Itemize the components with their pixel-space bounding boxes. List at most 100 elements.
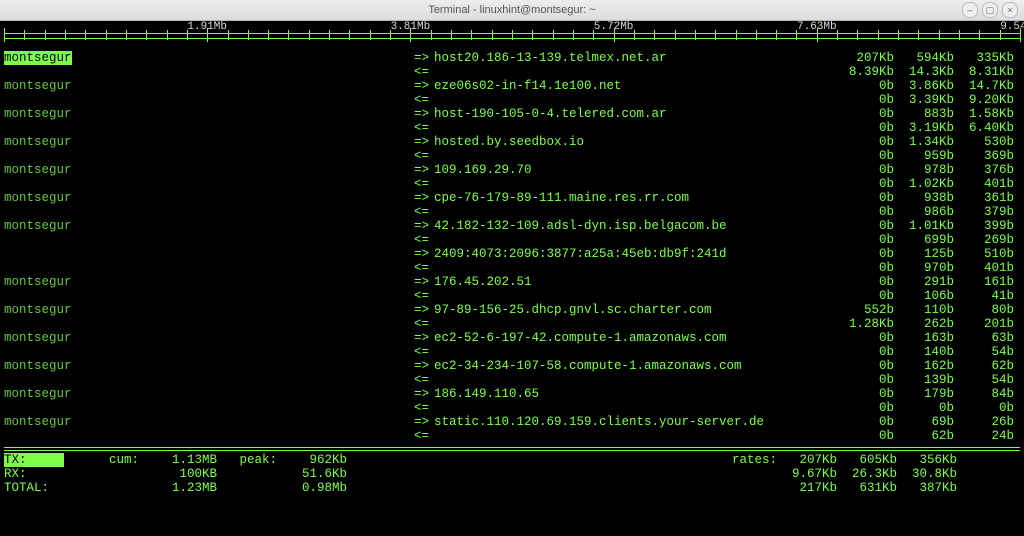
tx-rate: 1.58Kb <box>954 107 1014 121</box>
rx-rate: 269b <box>954 233 1014 247</box>
connection-row: montsegur=>109.169.29.700b978b376b<=0b1.… <box>4 163 1020 191</box>
arrow-rx-icon: <= <box>414 149 434 163</box>
rx-rate: 8.31Kb <box>954 65 1014 79</box>
tx-rate: 399b <box>954 219 1014 233</box>
rx-rate: 24b <box>954 429 1014 443</box>
rx-rate: 262b <box>894 317 954 331</box>
tx-rate: 0b <box>834 135 894 149</box>
source-host: montsegur <box>4 415 414 429</box>
tx-rate: 3.86Kb <box>894 79 954 93</box>
connection-row: montsegur=>42.182-132-109.adsl-dyn.isp.b… <box>4 219 1020 247</box>
rx-rate: 0b <box>834 289 894 303</box>
connections-list: montsegur=>host20.186-13-139.telmex.net.… <box>4 47 1020 443</box>
rates-label <box>717 481 777 495</box>
tx-rate: 291b <box>894 275 954 289</box>
connection-row: montsegur=>host-190-105-0-4.telered.com.… <box>4 107 1020 135</box>
source-host: montsegur <box>4 331 414 345</box>
terminal-window: Terminal - linuxhint@montsegur: ~ – ▢ × … <box>0 0 1024 536</box>
dest-host: 109.169.29.70 <box>434 163 834 177</box>
footer-rate: 30.8Kb <box>897 467 957 481</box>
arrow-tx-icon: => <box>414 219 434 233</box>
tx-rate: 163b <box>894 331 954 345</box>
close-button[interactable]: × <box>1002 2 1018 18</box>
tx-rate: 0b <box>834 79 894 93</box>
footer-rate: 631Kb <box>837 481 897 495</box>
footer-rate: 387Kb <box>897 481 957 495</box>
source-host: montsegur <box>4 359 414 373</box>
arrow-rx-icon: <= <box>414 233 434 247</box>
terminal-body[interactable]: 1.91Mb3.81Mb5.72Mb7.63Mb9.54Mb montsegur… <box>0 21 1024 495</box>
dest-host: host-190-105-0-4.telered.com.ar <box>434 107 834 121</box>
titlebar[interactable]: Terminal - linuxhint@montsegur: ~ – ▢ × <box>0 0 1024 21</box>
arrow-tx-icon: => <box>414 303 434 317</box>
tx-rate: 62b <box>954 359 1014 373</box>
source-host: montsegur <box>4 163 414 177</box>
tx-rate: 63b <box>954 331 1014 345</box>
connection-row: montsegur=>ec2-34-234-107-58.compute-1.a… <box>4 359 1020 387</box>
source-host: montsegur <box>4 387 414 401</box>
peak-value: 962Kb <box>277 453 347 467</box>
source-host: montsegur <box>4 51 414 65</box>
source-host: montsegur <box>4 107 414 121</box>
cum-value: 1.13MB <box>147 453 217 467</box>
tx-rate: 26b <box>954 415 1014 429</box>
maximize-button[interactable]: ▢ <box>982 2 998 18</box>
source-host: montsegur <box>4 303 414 317</box>
footer-rate: 207Kb <box>777 453 837 467</box>
tx-rate: 0b <box>834 331 894 345</box>
tx-rate: 0b <box>834 359 894 373</box>
connection-row: montsegur=>static.110.120.69.159.clients… <box>4 415 1020 443</box>
footer-label: TOTAL: <box>4 481 64 495</box>
bandwidth-scale: 1.91Mb3.81Mb5.72Mb7.63Mb9.54Mb <box>4 21 1020 47</box>
arrow-tx-icon: => <box>414 107 434 121</box>
peak-value: 51.6Kb <box>277 467 347 481</box>
window-controls: – ▢ × <box>962 2 1018 18</box>
dest-host: host20.186-13-139.telmex.net.ar <box>434 51 834 65</box>
rx-rate: 0b <box>834 261 894 275</box>
tx-rate: 0b <box>834 191 894 205</box>
dest-host: 97-89-156-25.dhcp.gnvl.sc.charter.com <box>434 303 834 317</box>
rx-rate: 0b <box>894 401 954 415</box>
tx-rate: 110b <box>894 303 954 317</box>
arrow-rx-icon: <= <box>414 65 434 79</box>
arrow-rx-icon: <= <box>414 205 434 219</box>
tx-rate: 162b <box>894 359 954 373</box>
arrow-tx-icon: => <box>414 163 434 177</box>
dest-host: cpe-76-179-89-111.maine.res.rr.com <box>434 191 834 205</box>
cum-value: 100KB <box>147 467 217 481</box>
peak-label <box>217 467 277 481</box>
rx-rate: 1.28Kb <box>834 317 894 331</box>
rx-rate: 0b <box>834 429 894 443</box>
rx-rate: 0b <box>954 401 1014 415</box>
dest-host: ec2-52-6-197-42.compute-1.amazonaws.com <box>434 331 834 345</box>
rx-rate: 369b <box>954 149 1014 163</box>
tx-rate: 361b <box>954 191 1014 205</box>
tx-rate: 552b <box>834 303 894 317</box>
window-title: Terminal - linuxhint@montsegur: ~ <box>428 4 595 16</box>
rx-rate: 401b <box>954 177 1014 191</box>
footer-label: TX: <box>4 453 64 467</box>
tx-rate: 530b <box>954 135 1014 149</box>
rx-rate: 0b <box>834 345 894 359</box>
rx-rate: 0b <box>834 205 894 219</box>
rx-rate: 959b <box>894 149 954 163</box>
rx-rate: 0b <box>834 149 894 163</box>
footer-row: RX:100KB51.6Kb9.67Kb26.3Kb30.8Kb <box>4 467 1020 481</box>
tx-rate: 69b <box>894 415 954 429</box>
arrow-tx-icon: => <box>414 415 434 429</box>
source-host: montsegur <box>4 191 414 205</box>
footer-rate: 356Kb <box>897 453 957 467</box>
rx-rate: 0b <box>834 177 894 191</box>
minimize-button[interactable]: – <box>962 2 978 18</box>
dest-host: eze06s02-in-f14.1e100.net <box>434 79 834 93</box>
rx-rate: 0b <box>834 373 894 387</box>
arrow-rx-icon: <= <box>414 317 434 331</box>
cum-label <box>109 481 147 495</box>
dest-host: ec2-34-234-107-58.compute-1.amazonaws.co… <box>434 359 834 373</box>
source-host: montsegur <box>4 135 414 149</box>
rx-rate: 8.39Kb <box>834 65 894 79</box>
tx-rate: 510b <box>954 247 1014 261</box>
dest-host: 176.45.202.51 <box>434 275 834 289</box>
arrow-rx-icon: <= <box>414 289 434 303</box>
footer-rate: 605Kb <box>837 453 897 467</box>
